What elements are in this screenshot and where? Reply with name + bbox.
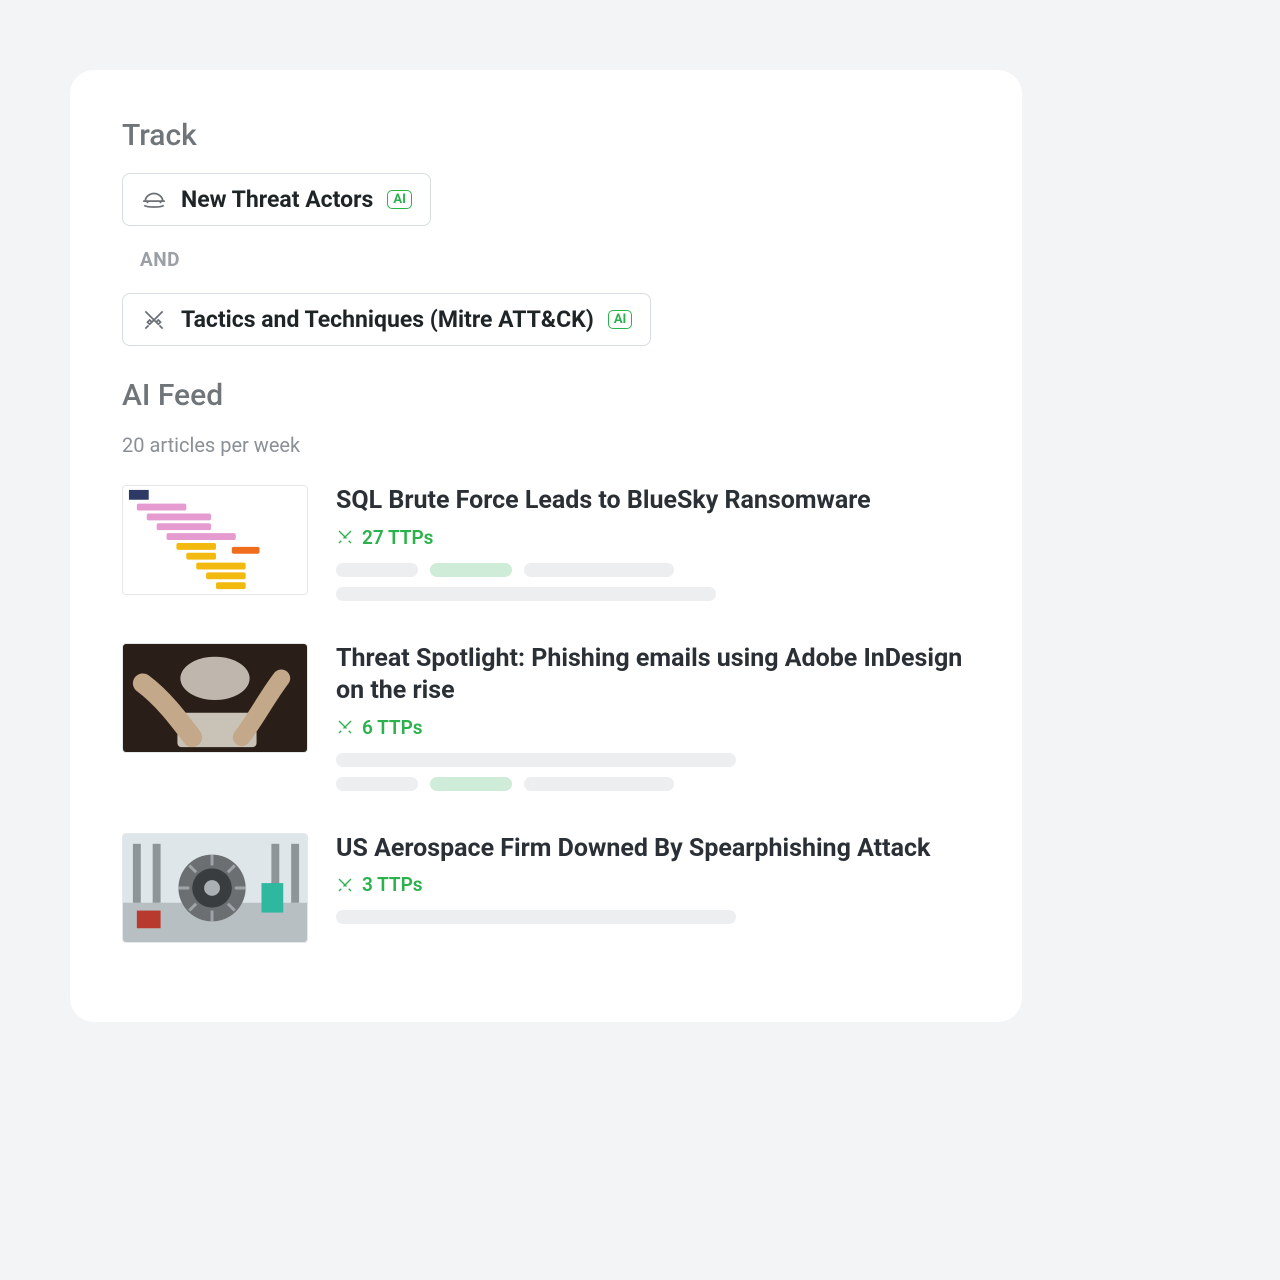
placeholder bbox=[430, 777, 512, 791]
feed-subtitle: 20 articles per week bbox=[122, 433, 970, 457]
article-row[interactable]: US Aerospace Firm Downed By Spearphishin… bbox=[122, 833, 970, 943]
placeholder-row bbox=[336, 910, 970, 924]
article-title: US Aerospace Firm Downed By Spearphishin… bbox=[336, 833, 970, 866]
placeholder-row bbox=[336, 777, 970, 791]
main-card: Track New Threat Actors AI AND bbox=[70, 70, 1022, 1022]
ttp-label: 27 TTPs bbox=[362, 526, 433, 549]
placeholder bbox=[336, 563, 418, 577]
filter-label: Tactics and Techniques (Mitre ATT&CK) bbox=[181, 306, 594, 333]
filter-tactics-techniques[interactable]: Tactics and Techniques (Mitre ATT&CK) AI bbox=[122, 293, 651, 346]
swords-icon bbox=[141, 307, 167, 333]
ttp-count: 6 TTPs bbox=[336, 716, 970, 739]
article-body: Threat Spotlight: Phishing emails using … bbox=[336, 643, 970, 801]
placeholder bbox=[524, 777, 674, 791]
article-row[interactable]: Threat Spotlight: Phishing emails using … bbox=[122, 643, 970, 801]
placeholder-row bbox=[336, 587, 970, 601]
feed-header: AI Feed 20 articles per week bbox=[122, 378, 970, 457]
track-section: Track New Threat Actors AI AND bbox=[122, 118, 970, 346]
and-connector: AND bbox=[140, 248, 970, 271]
detective-hat-icon bbox=[141, 187, 167, 213]
placeholder bbox=[524, 563, 674, 577]
article-thumbnail bbox=[122, 485, 308, 595]
swords-icon bbox=[336, 876, 354, 894]
filter-new-threat-actors[interactable]: New Threat Actors AI bbox=[122, 173, 431, 226]
ttp-count: 27 TTPs bbox=[336, 526, 970, 549]
ai-badge: AI bbox=[387, 190, 412, 209]
swords-icon bbox=[336, 718, 354, 736]
placeholder-row bbox=[336, 753, 970, 767]
ttp-count: 3 TTPs bbox=[336, 873, 970, 896]
ttp-label: 3 TTPs bbox=[362, 873, 423, 896]
ai-badge: AI bbox=[608, 310, 633, 329]
filter-label: New Threat Actors bbox=[181, 186, 373, 213]
article-thumbnail bbox=[122, 643, 308, 753]
feed-title: AI Feed bbox=[122, 378, 970, 413]
article-row[interactable]: SQL Brute Force Leads to BlueSky Ransomw… bbox=[122, 485, 970, 611]
article-body: SQL Brute Force Leads to BlueSky Ransomw… bbox=[336, 485, 970, 611]
placeholder bbox=[336, 587, 716, 601]
article-body: US Aerospace Firm Downed By Spearphishin… bbox=[336, 833, 970, 943]
article-title: Threat Spotlight: Phishing emails using … bbox=[336, 643, 970, 708]
placeholder bbox=[336, 753, 736, 767]
placeholder bbox=[336, 910, 736, 924]
article-title: SQL Brute Force Leads to BlueSky Ransomw… bbox=[336, 485, 970, 518]
placeholder-row bbox=[336, 563, 970, 577]
track-title: Track bbox=[122, 118, 970, 153]
article-thumbnail bbox=[122, 833, 308, 943]
placeholder bbox=[430, 563, 512, 577]
swords-icon bbox=[336, 528, 354, 546]
ttp-label: 6 TTPs bbox=[362, 716, 423, 739]
placeholder bbox=[336, 777, 418, 791]
